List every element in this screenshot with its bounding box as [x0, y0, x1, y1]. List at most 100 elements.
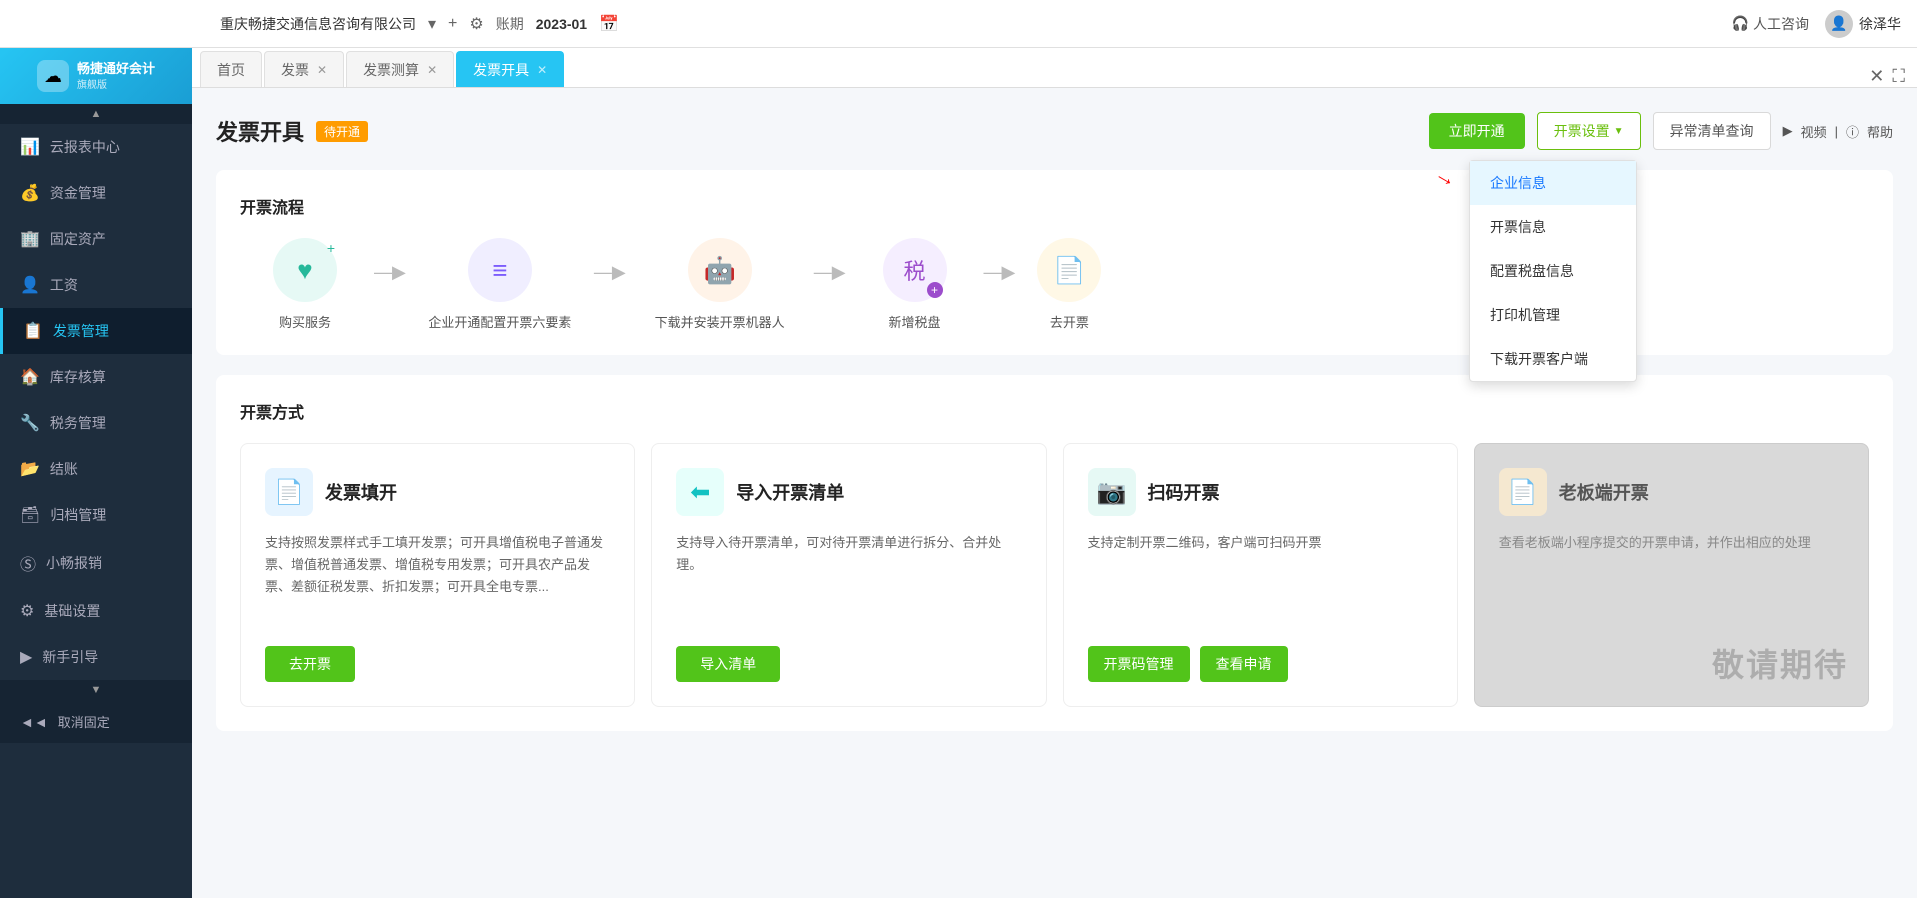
sidebar-item-label: 基础设置 — [44, 601, 100, 621]
consult-btn[interactable]: 🎧 人工咨询 — [1732, 14, 1809, 34]
method-card-manual: 📄 发票填开 支持按照发票样式手工填开发票；可开具增值税电子普通发票、增值税普通… — [240, 443, 635, 707]
close-window-icon[interactable]: ✕ — [1869, 66, 1884, 87]
sidebar-scroll-down[interactable]: ▼ — [0, 680, 192, 700]
flow-arrow: ―▶ — [814, 262, 846, 283]
user-info[interactable]: 👤 徐泽华 — [1825, 10, 1901, 38]
manual-go-btn[interactable]: 去开票 — [265, 646, 355, 682]
scan-qr-btn[interactable]: 开票码管理 — [1088, 646, 1190, 682]
period-label: 账期 — [496, 14, 524, 34]
step-icon-3: 🤖 — [688, 238, 752, 302]
sidebar-item-label: 结账 — [50, 459, 78, 479]
flow-step-3: 🤖 下载并安装开票机器人 — [630, 238, 810, 331]
scan-desc: 支持定制开票二维码，客户端可扫码开票 — [1088, 532, 1433, 622]
dropdown-item-company-info[interactable]: 企业信息 — [1470, 161, 1636, 205]
sidebar-item-label: 税务管理 — [50, 413, 106, 433]
dropdown-item-tax-config[interactable]: 配置税盘信息 — [1470, 249, 1636, 293]
settings-icon: ⚙ — [20, 601, 34, 621]
sidebar-item-label: 发票管理 — [53, 321, 109, 341]
sidebar-item-invoice[interactable]: 📋 发票管理 — [0, 308, 192, 354]
page-header: 发票开具 待开通 立即开通 开票设置 ▼ 异常清单查询 ▶ 视频 | ⓘ 帮助 — [216, 112, 1893, 150]
calendar-icon[interactable]: 📅 — [599, 14, 619, 34]
tab-label: 发票测算 — [363, 60, 419, 80]
invoice-icon: 📋 — [23, 321, 43, 341]
period-value: 2023-01 — [536, 16, 587, 32]
add-company-icon[interactable]: + — [448, 15, 457, 33]
tab-invoice-test[interactable]: 发票测算 ✕ — [346, 51, 454, 87]
logo-sub: 旗舰版 — [77, 76, 155, 91]
sidebar-item-account[interactable]: 📂 结账 — [0, 446, 192, 492]
abnormal-btn[interactable]: 异常清单查询 — [1653, 112, 1771, 150]
tab-close-icon[interactable]: ✕ — [317, 63, 327, 77]
avatar: 👤 — [1825, 10, 1853, 38]
settings-btn[interactable]: 开票设置 ▼ — [1537, 112, 1641, 150]
import-icon: ⬅ — [676, 468, 724, 516]
sidebar-item-salary[interactable]: 👤 工资 — [0, 262, 192, 308]
tab-invoice-open[interactable]: 发票开具 ✕ — [456, 51, 564, 87]
boss-overlay-text: 敬请期待 — [1712, 640, 1848, 686]
page-title: 发票开具 — [216, 115, 304, 147]
import-desc: 支持导入待开票清单，可对待开票清单进行拆分、合并处理。 — [676, 532, 1021, 622]
video-label[interactable]: 视频 — [1801, 122, 1827, 141]
sidebar-cancel-fixed[interactable]: ◄◄ 取消固定 — [0, 700, 192, 743]
flow-step-1: ♥ + 购买服务 — [240, 238, 370, 331]
dropdown-item-invoice-info[interactable]: 开票信息 — [1470, 205, 1636, 249]
guide-icon: ▶ — [20, 647, 32, 667]
sidebar-item-cloud-report[interactable]: 📊 云报表中心 — [0, 124, 192, 170]
cancel-fixed-icon: ◄◄ — [20, 714, 48, 730]
tab-close-icon[interactable]: ✕ — [427, 63, 437, 77]
sidebar-item-tax[interactable]: 🔧 税务管理 — [0, 400, 192, 446]
activate-btn[interactable]: 立即开通 — [1429, 113, 1525, 149]
logo-icon: ☁ — [37, 60, 69, 92]
manual-icon: 📄 — [265, 468, 313, 516]
dropdown-item-printer[interactable]: 打印机管理 — [1470, 293, 1636, 337]
play-icon[interactable]: ▶ — [1783, 123, 1793, 139]
settings-label: 开票设置 — [1554, 121, 1610, 141]
tax-icon: 🔧 — [20, 413, 40, 433]
page-content: 发票开具 待开通 立即开通 开票设置 ▼ 异常清单查询 ▶ 视频 | ⓘ 帮助 — [192, 88, 1917, 898]
inventory-icon: 🏠 — [20, 367, 40, 387]
sidebar-logo: ☁ 畅捷通好会计 旗舰版 — [0, 48, 192, 104]
maximize-icon[interactable]: ⛶ — [1892, 66, 1905, 87]
sidebar-scroll-up[interactable]: ▲ — [0, 104, 192, 124]
import-btn[interactable]: 导入清单 — [676, 646, 780, 682]
flow-arrow: ―▶ — [984, 262, 1016, 283]
flow-step-2: ≡ 企业开通配置开票六要素 — [410, 238, 590, 331]
method-card-import: ⬅ 导入开票清单 支持导入待开票清单，可对待开票清单进行拆分、合并处理。 导入清… — [651, 443, 1046, 707]
tab-close-icon[interactable]: ✕ — [537, 63, 547, 77]
company-dropdown-icon[interactable]: ▾ — [428, 14, 436, 34]
boss-icon: 📄 — [1499, 468, 1547, 516]
method-cards: 📄 发票填开 支持按照发票样式手工填开发票；可开具增值税电子普通发票、增值税普通… — [240, 443, 1869, 707]
tab-invoice[interactable]: 发票 ✕ — [264, 51, 344, 87]
methods-section: 开票方式 📄 发票填开 支持按照发票样式手工填开发票；可开具增值税电子普通发票、… — [216, 375, 1893, 731]
step-icon-1: ♥ + — [273, 238, 337, 302]
step-label-5: 去开票 — [1050, 312, 1089, 331]
manual-title: 发票填开 — [325, 479, 397, 505]
sidebar-item-archive[interactable]: 🗃 归档管理 — [0, 492, 192, 538]
tab-label: 首页 — [217, 60, 245, 80]
sidebar-item-inventory[interactable]: 🏠 库存核算 — [0, 354, 192, 400]
scan-title: 扫码开票 — [1148, 479, 1220, 505]
step-label-1: 购买服务 — [279, 312, 331, 331]
sidebar-item-report[interactable]: Ⓢ 小畅报销 — [0, 538, 192, 588]
sidebar-bottom-label: 取消固定 — [58, 712, 110, 731]
sidebar-item-label: 库存核算 — [50, 367, 106, 387]
help-icon[interactable]: ⓘ — [1846, 122, 1859, 141]
sidebar-item-settings[interactable]: ⚙ 基础设置 — [0, 588, 192, 634]
settings-icon[interactable]: ⚙ — [469, 14, 483, 34]
headset-icon: 🎧 — [1732, 15, 1749, 32]
dropdown-item-download[interactable]: 下载开票客户端 — [1470, 337, 1636, 381]
sidebar-item-label: 小畅报销 — [46, 553, 102, 573]
tab-home[interactable]: 首页 — [200, 51, 262, 87]
step-icon-4: 税 + — [883, 238, 947, 302]
import-title: 导入开票清单 — [736, 479, 844, 505]
scan-apply-btn[interactable]: 查看申请 — [1200, 646, 1288, 682]
sidebar-item-fund[interactable]: 💰 资金管理 — [0, 170, 192, 216]
sidebar-item-assets[interactable]: 🏢 固定资产 — [0, 216, 192, 262]
consult-label: 人工咨询 — [1753, 14, 1809, 34]
logo-text: 畅捷通好会计 — [77, 61, 155, 77]
assets-icon: 🏢 — [20, 229, 40, 249]
step-icon-2: ≡ — [468, 238, 532, 302]
sidebar-item-guide[interactable]: ▶ 新手引导 — [0, 634, 192, 680]
help-label[interactable]: 帮助 — [1867, 122, 1893, 141]
chevron-down-icon: ▼ — [1614, 126, 1624, 137]
